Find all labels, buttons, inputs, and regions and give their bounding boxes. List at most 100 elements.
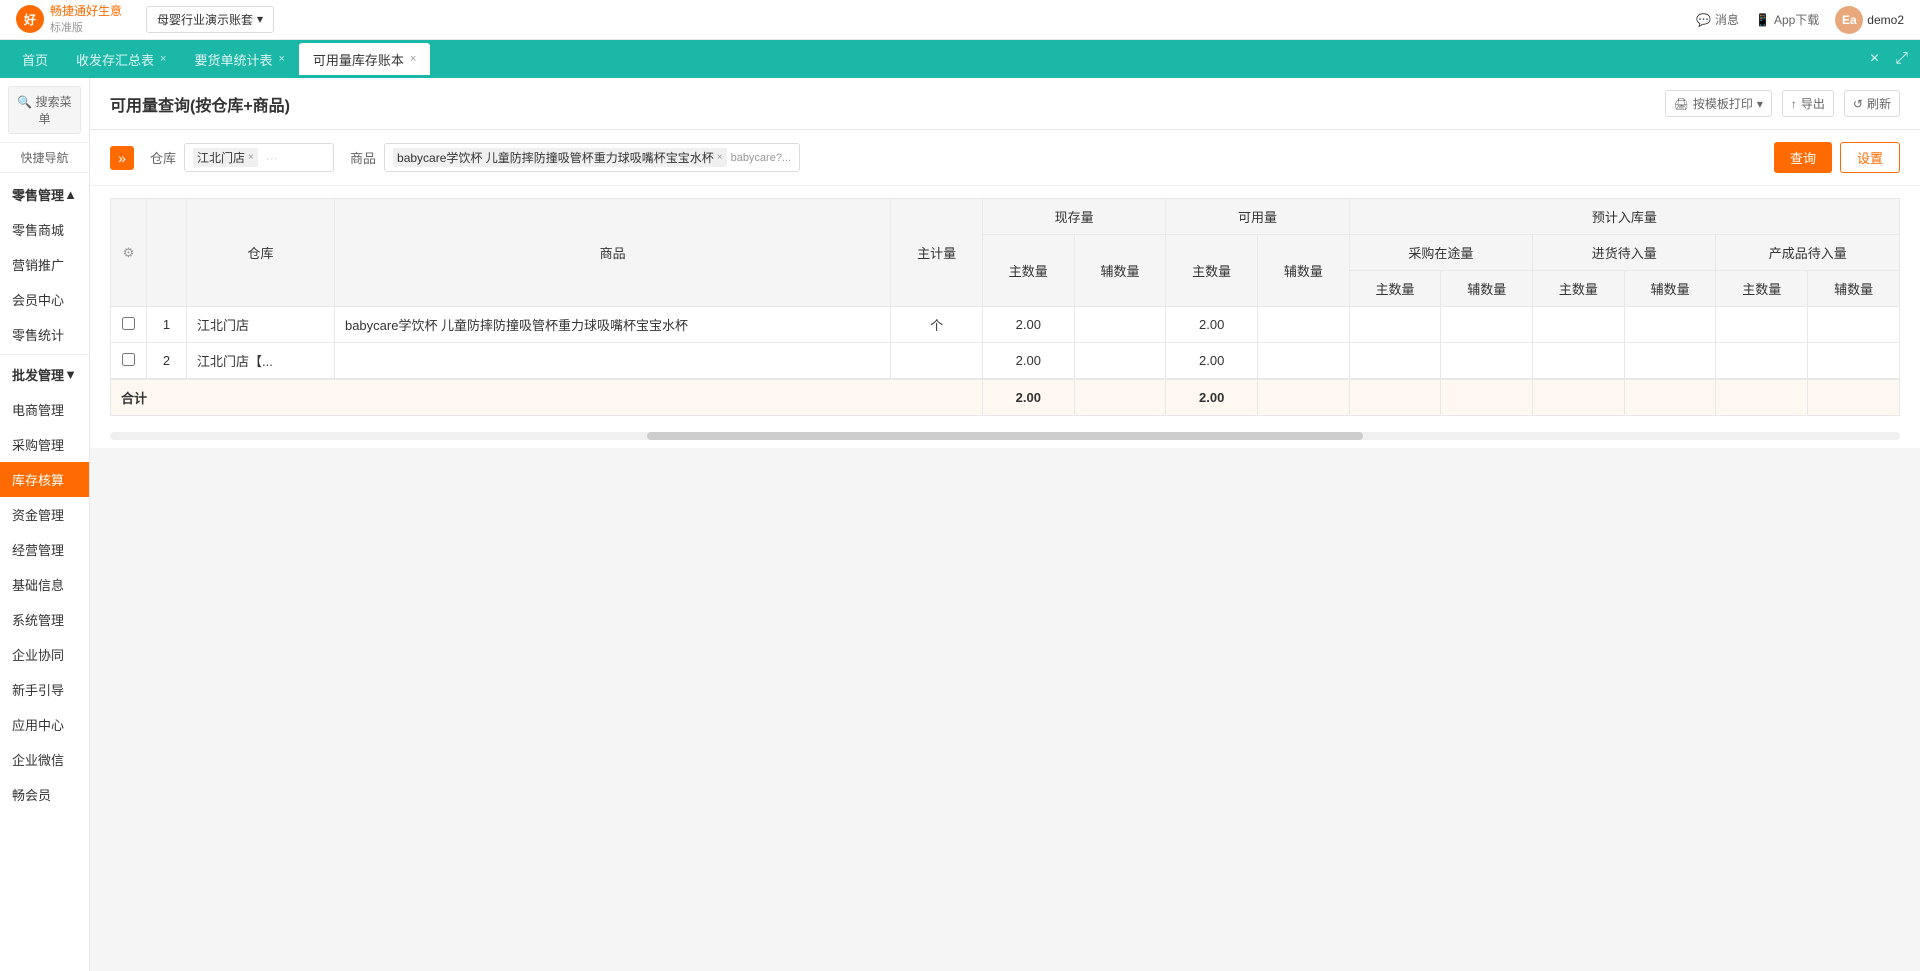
cell-stock-main: 2.00 <box>982 307 1074 343</box>
message-button[interactable]: 💬 消息 <box>1696 11 1739 28</box>
sidebar-item-purchase-mgmt[interactable]: 采购管理 <box>0 427 89 462</box>
tab-inventory[interactable]: 可用量库存账本 × <box>299 43 430 75</box>
print-button[interactable]: 🖨 按模板打印 ▾ <box>1665 90 1772 117</box>
scroll-bar-container <box>90 428 1920 448</box>
product-filter-label: 商品 <box>350 148 376 167</box>
sidebar-item-basic-info[interactable]: 基础信息 <box>0 567 89 602</box>
product-filter-input[interactable]: babycare学饮杯 儿童防摔防撞吸管杯重力球吸嘴杯宝宝水杯 × babyca… <box>384 143 800 172</box>
cell-avail-aux <box>1258 307 1350 343</box>
tab-home[interactable]: 首页 <box>8 43 62 75</box>
sidebar-item-onboarding[interactable]: 新手引导 <box>0 672 89 707</box>
cell-avail-main: 2.00 <box>1166 307 1258 343</box>
print-icon: 🖨 <box>1674 97 1689 111</box>
warehouse-filter-input[interactable]: 江北门店 × ··· <box>184 143 334 172</box>
logo-sub: 标准版 <box>50 19 122 35</box>
th-expected-in: 预计入库量 <box>1349 199 1899 235</box>
footer-stock-aux <box>1074 379 1166 416</box>
settings-icon[interactable]: ⚙ <box>123 245 135 260</box>
warehouse-tag-close[interactable]: × <box>248 152 254 163</box>
th-stock-main: 主数量 <box>982 235 1074 307</box>
sidebar-item-enterprise[interactable]: 企业协同 <box>0 637 89 672</box>
sidebar-item-retail-mgmt[interactable]: 零售管理 ▲ <box>0 177 89 212</box>
cell-warehouse: 江北门店【... <box>187 343 335 380</box>
user-profile[interactable]: Ea demo2 <box>1835 6 1904 34</box>
product-tag-1: babycare学饮杯 儿童防摔防撞吸管杯重力球吸嘴杯宝宝水杯 × <box>393 148 727 167</box>
cell-no: 1 <box>147 307 187 343</box>
th-no <box>147 199 187 307</box>
th-fin-aux: 辅数量 <box>1808 271 1900 307</box>
cell-fin-main <box>1716 307 1808 343</box>
cell-checkbox[interactable] <box>111 343 147 380</box>
tab-receipts-close[interactable]: × <box>160 53 166 65</box>
cell-avail-main: 2.00 <box>1166 343 1258 380</box>
sidebar-item-label: 经营管理 <box>12 540 64 559</box>
scroll-thumb[interactable] <box>647 432 1363 440</box>
sidebar-item-retail-store[interactable]: 零售商城 <box>0 212 89 247</box>
sidebar-item-label: 电商管理 <box>12 400 64 419</box>
refresh-button[interactable]: ↺ 刷新 <box>1844 90 1900 117</box>
sidebar-item-system[interactable]: 系统管理 <box>0 602 89 637</box>
sidebar-item-ecommerce[interactable]: 电商管理 <box>0 392 89 427</box>
th-finished-goods: 产成品待入量 <box>1716 235 1900 271</box>
main-container: 🔍 搜索菜单 快捷导航 零售管理 ▲ 零售商城 营销推广 会员中心 零售统计 <box>0 78 1920 971</box>
cell-inc-main <box>1533 343 1625 380</box>
industry-selector[interactable]: 母婴行业演示账套 ▾ <box>146 6 274 33</box>
top-bar-left: 好 畅捷通好生意 标准版 母婴行业演示账套 ▾ <box>16 4 274 34</box>
sidebar-item-membership[interactable]: 会员中心 <box>0 282 89 317</box>
page-content: 可用量查询(按仓库+商品) 🖨 按模板打印 ▾ ↑ 导出 ↺ 刷新 <box>90 78 1920 971</box>
product-filter-group: 商品 babycare学饮杯 儿童防摔防撞吸管杯重力球吸嘴杯宝宝水杯 × bab… <box>350 143 800 172</box>
cell-stock-aux <box>1074 343 1166 380</box>
sidebar-item-app-center[interactable]: 应用中心 <box>0 707 89 742</box>
cell-checkbox[interactable] <box>111 307 147 343</box>
sidebar-item-label: 零售统计 <box>12 325 64 344</box>
scroll-bar[interactable] <box>110 432 1900 440</box>
tab-expand-button[interactable]: ⤢ <box>1891 50 1912 68</box>
app-download-button[interactable]: 📱 App下载 <box>1755 11 1819 28</box>
tab-orders[interactable]: 要货单统计表 × <box>180 43 298 75</box>
th-inc-aux: 辅数量 <box>1624 271 1716 307</box>
download-label: App下载 <box>1774 11 1819 28</box>
sidebar-item-vip[interactable]: 畅会员 <box>0 777 89 812</box>
print-label: 按模板打印 <box>1693 95 1753 112</box>
tab-receipts-label: 收发存汇总表 <box>76 50 154 69</box>
sidebar-item-wholesale-mgmt[interactable]: 批发管理 ▼ <box>0 357 89 392</box>
warehouse-tag-value: 江北门店 <box>197 149 245 166</box>
warehouse-filter-label: 仓库 <box>150 148 176 167</box>
sidebar-item-inventory-mgmt[interactable]: 库存核算 <box>0 462 89 497</box>
th-warehouse: 仓库 <box>187 199 335 307</box>
th-product: 商品 <box>334 199 890 307</box>
inventory-table: ⚙ 仓库 商品 主计量 现存量 可用量 预计入库量 主数量 辅数 <box>110 198 1900 416</box>
sidebar-nav-label[interactable]: 快捷导航 <box>0 143 89 173</box>
tab-inventory-label: 可用量库存账本 <box>313 50 404 69</box>
query-button[interactable]: 查询 <box>1774 142 1832 173</box>
cell-no: 2 <box>147 343 187 380</box>
sidebar-menu: 零售管理 ▲ 零售商城 营销推广 会员中心 零售统计 批发管理 ▼ 电商管理 <box>0 173 89 816</box>
sidebar-item-marketing[interactable]: 营销推广 <box>0 247 89 282</box>
cell-inc-aux <box>1624 307 1716 343</box>
search-menu-button[interactable]: 🔍 搜索菜单 <box>8 86 81 134</box>
tab-inventory-close[interactable]: × <box>410 53 416 65</box>
tab-close-all-button[interactable]: × <box>1866 50 1883 68</box>
th-stock-aux: 辅数量 <box>1074 235 1166 307</box>
tab-orders-close[interactable]: × <box>278 53 284 65</box>
sidebar-item-operations[interactable]: 经营管理 <box>0 532 89 567</box>
sidebar-item-label: 企业微信 <box>12 750 64 769</box>
sidebar-item-label: 应用中心 <box>12 715 64 734</box>
filter-toggle-button[interactable]: » <box>110 146 134 170</box>
sidebar-item-retail-stats[interactable]: 零售统计 <box>0 317 89 352</box>
product-tag-2: babycare?... <box>731 152 792 164</box>
toggle-icon: » <box>118 150 126 166</box>
table-row: 1 江北门店 babycare学饮杯 儿童防摔防撞吸管杯重力球吸嘴杯宝宝水杯 个… <box>111 307 1900 343</box>
th-available: 可用量 <box>1166 199 1349 235</box>
product-tag-close-1[interactable]: × <box>717 152 723 163</box>
tab-receipts[interactable]: 收发存汇总表 × <box>62 43 180 75</box>
avatar: Ea <box>1835 6 1863 34</box>
settings-button[interactable]: 设置 <box>1840 142 1900 173</box>
export-button[interactable]: ↑ 导出 <box>1782 90 1834 117</box>
cell-warehouse: 江北门店 <box>187 307 335 343</box>
message-label: 消息 <box>1715 11 1739 28</box>
sidebar-item-enterprise-wechat[interactable]: 企业微信 <box>0 742 89 777</box>
tab-orders-label: 要货单统计表 <box>194 50 272 69</box>
sidebar-item-finance[interactable]: 资金管理 <box>0 497 89 532</box>
cell-inc-main <box>1533 307 1625 343</box>
